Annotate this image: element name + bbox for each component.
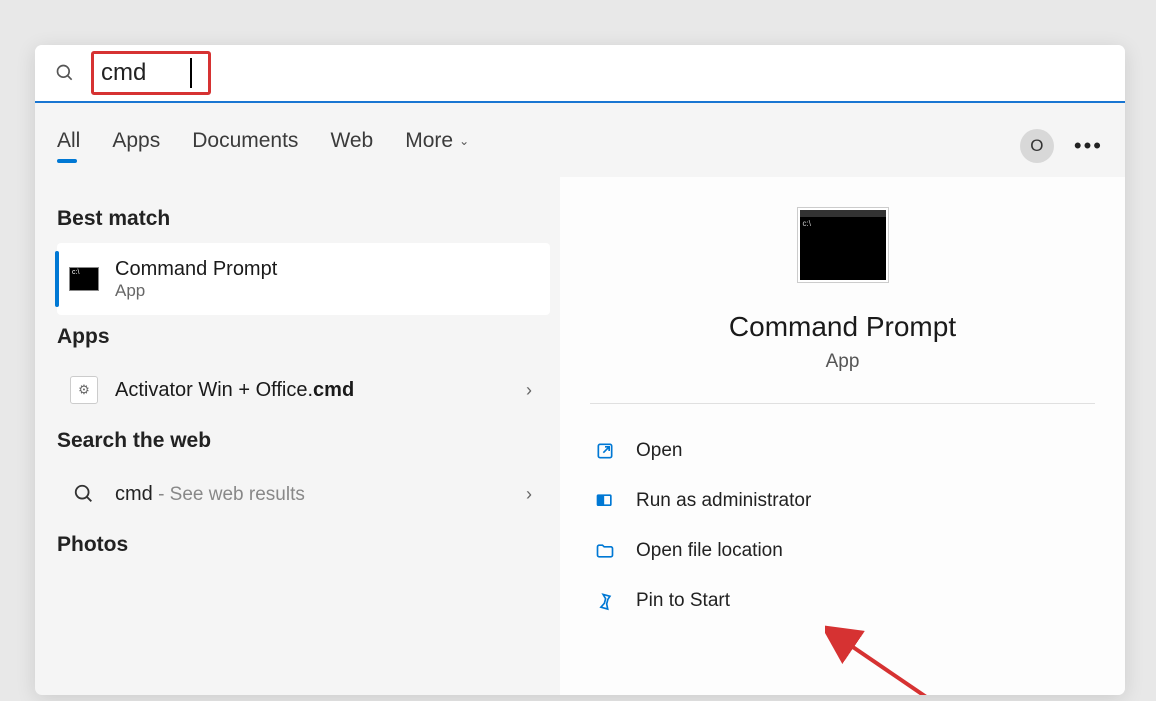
result-activator[interactable]: ⚙ Activator Win + Office.cmd ›: [57, 361, 550, 419]
open-external-icon: [594, 440, 616, 462]
result-title: Activator Win + Office.cmd: [115, 379, 354, 401]
cmd-icon: [69, 264, 99, 294]
result-title: Command Prompt: [115, 257, 538, 281]
detail-pane: Command Prompt App Open Run as administr…: [560, 177, 1125, 695]
app-large-icon: [797, 207, 889, 283]
results-column: Best match Command Prompt App Apps ⚙ Act…: [35, 177, 560, 695]
action-open[interactable]: Open: [590, 426, 1095, 476]
result-command-prompt[interactable]: Command Prompt App: [57, 243, 550, 315]
result-title: cmd - See web results: [115, 483, 305, 505]
chevron-right-icon: ›: [526, 380, 532, 401]
section-best-match: Best match: [57, 207, 550, 231]
action-label: Open: [636, 440, 682, 462]
shield-icon: [594, 490, 616, 512]
script-icon: ⚙: [69, 375, 99, 405]
action-open-location[interactable]: Open file location: [590, 526, 1095, 576]
more-options-button[interactable]: •••: [1074, 133, 1103, 159]
tab-more-label: More: [405, 129, 453, 153]
user-avatar[interactable]: O: [1020, 129, 1054, 163]
result-subtitle: App: [115, 281, 538, 301]
filter-tabs: All Apps Documents Web More ⌄ O •••: [35, 103, 1125, 177]
chevron-right-icon: ›: [526, 484, 532, 505]
text-cursor: [190, 58, 192, 88]
section-photos: Photos: [57, 533, 550, 557]
tab-more[interactable]: More ⌄: [405, 129, 469, 163]
detail-subtitle: App: [590, 351, 1095, 373]
tab-documents[interactable]: Documents: [192, 129, 298, 163]
pin-icon: [594, 590, 616, 612]
action-label: Run as administrator: [636, 490, 811, 512]
action-label: Pin to Start: [636, 590, 730, 612]
section-web: Search the web: [57, 429, 550, 453]
section-apps: Apps: [57, 325, 550, 349]
search-input[interactable]: [91, 55, 201, 91]
search-icon: [69, 479, 99, 509]
action-pin-to-start[interactable]: Pin to Start: [590, 576, 1095, 626]
tab-web[interactable]: Web: [330, 129, 373, 163]
search-icon: [55, 63, 75, 83]
chevron-down-icon: ⌄: [459, 134, 469, 148]
detail-title: Command Prompt: [590, 311, 1095, 343]
tab-apps[interactable]: Apps: [112, 129, 160, 163]
action-label: Open file location: [636, 540, 783, 562]
search-bar: [35, 45, 1125, 103]
action-run-as-admin[interactable]: Run as administrator: [590, 476, 1095, 526]
folder-icon: [594, 540, 616, 562]
start-search-panel: All Apps Documents Web More ⌄ O ••• Best…: [35, 45, 1125, 695]
tab-all[interactable]: All: [57, 129, 80, 163]
result-web-search[interactable]: cmd - See web results ›: [57, 465, 550, 523]
